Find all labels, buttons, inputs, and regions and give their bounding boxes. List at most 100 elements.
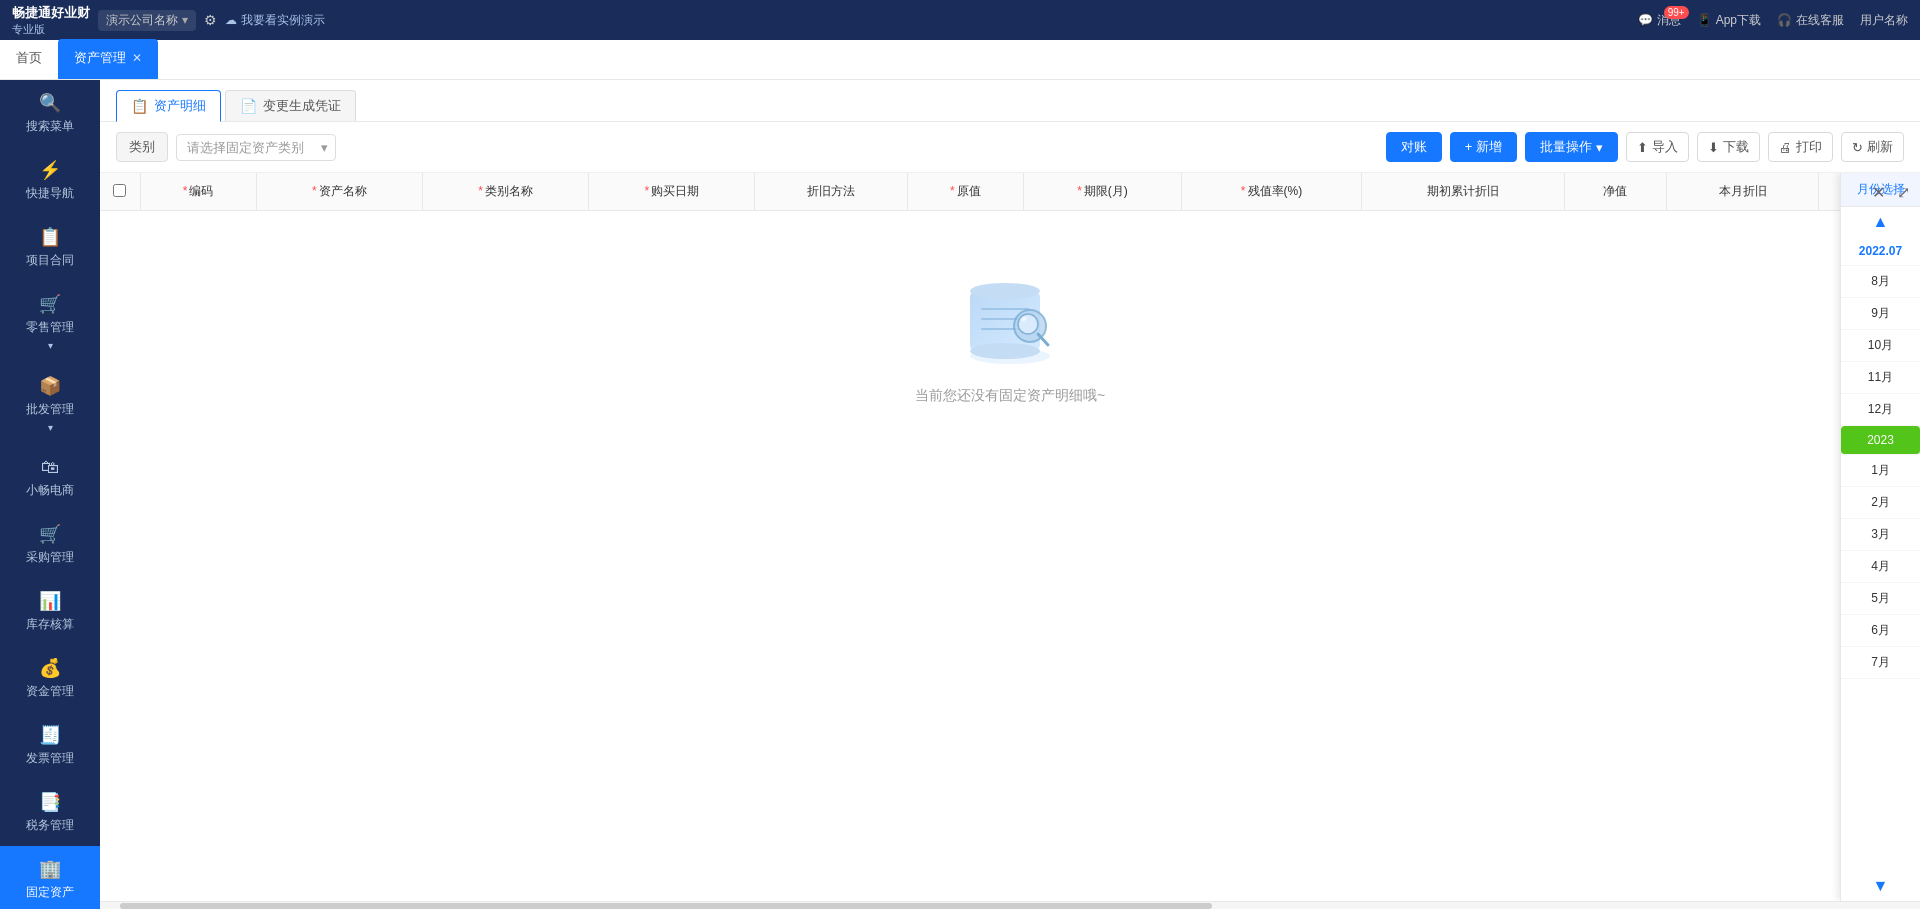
table-wrap: *编码 *资产名称 *类别名称 *购买日期 折旧方法 *原值 *期限(月) *残… <box>100 173 1920 901</box>
content-area: 📋 资产明细 📄 变更生成凭证 类别 请选择固定资产类别 ▾ <box>100 80 1920 909</box>
ecommerce-icon: 🛍 <box>41 457 59 478</box>
message-button[interactable]: 💬 消息 99+ <box>1638 12 1681 29</box>
sidebar-item-tax[interactable]: 📑 税务管理 <box>0 779 100 846</box>
sidebar-item-invoice[interactable]: 🧾 发票管理 <box>0 712 100 779</box>
tab-close-icon[interactable]: ✕ <box>132 51 142 65</box>
sub-tab-change-voucher[interactable]: 📄 变更生成凭证 <box>225 90 356 121</box>
sidebar-item-project[interactable]: 📋 项目合同 <box>0 214 100 281</box>
th-checkbox <box>100 173 140 211</box>
topbar-left: 畅捷通好业财 专业版 演示公司名称 ▾ ⚙ ☁ 我要看实例演示 <box>12 4 325 37</box>
brand-name: 畅捷通好业财 <box>12 4 90 22</box>
month-item-9[interactable]: 9月 <box>1841 298 1920 330</box>
tab-home[interactable]: 首页 <box>0 39 58 79</box>
demo-link[interactable]: ☁ 我要看实例演示 <box>225 12 325 29</box>
empty-illustration <box>950 271 1070 371</box>
message-icon: 💬 <box>1638 13 1653 27</box>
company-selector[interactable]: 演示公司名称 ▾ <box>98 10 196 31</box>
app-download-button[interactable]: 📱 App下载 <box>1697 12 1761 29</box>
asset-table: *编码 *资产名称 *类别名称 *购买日期 折旧方法 *原值 *期限(月) *残… <box>100 173 1920 445</box>
close-panel-button[interactable]: ✕ <box>1870 181 1887 204</box>
bottom-scrollbar[interactable] <box>100 901 1920 909</box>
refresh-button[interactable]: ↻ 刷新 <box>1841 132 1904 162</box>
nav-tabs: 首页 资产管理 ✕ <box>0 40 1920 80</box>
brand-sub: 专业版 <box>12 22 90 37</box>
topbar: 畅捷通好业财 专业版 演示公司名称 ▾ ⚙ ☁ 我要看实例演示 💬 消息 99+… <box>0 0 1920 40</box>
sidebar-item-ecommerce[interactable]: 🛍 小畅电商 <box>0 445 100 511</box>
select-all-checkbox[interactable] <box>113 184 126 197</box>
th-category-name: *类别名称 <box>422 173 588 211</box>
th-monthly-depreciation: 本月折旧 <box>1666 173 1818 211</box>
sidebar-item-wholesale[interactable]: 📦 批发管理 ▾ <box>0 363 100 445</box>
import-icon: ⬆ <box>1637 140 1648 155</box>
sidebar-item-search[interactable]: 🔍 搜索菜单 <box>0 80 100 147</box>
month-picker-nav-down: ▼ <box>1841 871 1920 901</box>
th-asset-name: *资产名称 <box>256 173 422 211</box>
reconcile-button[interactable]: 对账 <box>1386 132 1442 162</box>
category-filter: 类别 请选择固定资产类别 ▾ <box>116 132 336 162</box>
th-period: *期限(月) <box>1024 173 1182 211</box>
th-depreciation-method: 折旧方法 <box>755 173 907 211</box>
mobile-icon: 📱 <box>1697 13 1712 27</box>
finance-icon: 💰 <box>39 657 61 679</box>
category-select[interactable]: 请选择固定资产类别 <box>176 134 336 161</box>
retail-icon: 🛒 <box>39 293 61 315</box>
sidebar-item-fixed-assets[interactable]: 🏢 固定资产 <box>0 846 100 909</box>
month-item-7[interactable]: 7月 <box>1841 647 1920 679</box>
refresh-icon: ↻ <box>1852 140 1863 155</box>
th-purchase-date: *购买日期 <box>589 173 755 211</box>
month-item-11[interactable]: 11月 <box>1841 362 1920 394</box>
month-item-5[interactable]: 5月 <box>1841 583 1920 615</box>
month-picker-up-button[interactable]: ▲ <box>1867 211 1895 233</box>
th-net-value: 净值 <box>1564 173 1666 211</box>
brand-logo: 畅捷通好业财 专业版 <box>12 4 90 37</box>
month-item-2023[interactable]: 2023 <box>1841 426 1920 455</box>
tax-icon: 📑 <box>39 791 61 813</box>
sidebar-item-quick-nav[interactable]: ⚡ 快捷导航 <box>0 147 100 214</box>
page-content: 📋 资产明细 📄 变更生成凭证 类别 请选择固定资产类别 ▾ <box>100 80 1920 909</box>
batch-button[interactable]: 批量操作 ▾ <box>1525 132 1618 162</box>
sidebar-item-purchase[interactable]: 🛒 采购管理 <box>0 511 100 578</box>
tab-asset-management[interactable]: 资产管理 ✕ <box>58 39 158 79</box>
month-item-2[interactable]: 2月 <box>1841 487 1920 519</box>
toolbar-right: 对账 + 新增 批量操作 ▾ ⬆ 导入 ⬇ 下载 🖨 <box>1386 132 1904 162</box>
empty-state-cell: 当前您还没有固定资产明细哦~ <box>100 211 1920 446</box>
month-item-12[interactable]: 12月 <box>1841 394 1920 426</box>
th-original-value: *原值 <box>907 173 1023 211</box>
import-button[interactable]: ⬆ 导入 <box>1626 132 1689 162</box>
retail-chevron-icon: ▾ <box>48 340 53 351</box>
add-button[interactable]: + 新增 <box>1450 132 1517 162</box>
month-picker-panel: ✕ ⤢ 月份选择 ▲ 2022.07 8月 9月 10月 11月 12月 2 <box>1840 173 1920 901</box>
sidebar-item-inventory[interactable]: 📊 库存核算 <box>0 578 100 645</box>
quick-nav-icon: ⚡ <box>39 159 61 181</box>
expand-panel-button[interactable]: ⤢ <box>1895 181 1912 204</box>
search-icon: 🔍 <box>39 92 61 114</box>
right-panel-wrap: *编码 *资产名称 *类别名称 *购买日期 折旧方法 *原值 *期限(月) *残… <box>100 173 1920 901</box>
month-item-4[interactable]: 4月 <box>1841 551 1920 583</box>
svg-point-8 <box>1018 314 1038 334</box>
wholesale-chevron-icon: ▾ <box>48 422 53 433</box>
month-picker-list: 2022.07 8月 9月 10月 11月 12月 2023 1月 2月 3月 … <box>1841 237 1920 871</box>
sub-tab-asset-detail[interactable]: 📋 资产明细 <box>116 90 221 122</box>
sub-tabs: 📋 资产明细 📄 变更生成凭证 <box>100 80 1920 122</box>
sidebar-item-retail[interactable]: 🛒 零售管理 ▾ <box>0 281 100 363</box>
download-button[interactable]: ⬇ 下载 <box>1697 132 1760 162</box>
scrollbar-thumb[interactable] <box>120 903 1212 909</box>
settings-icon[interactable]: ⚙ <box>204 12 217 28</box>
online-service-button[interactable]: 🎧 在线客服 <box>1777 12 1844 29</box>
month-item-1[interactable]: 1月 <box>1841 455 1920 487</box>
month-item-year-label: 2022.07 <box>1841 237 1920 266</box>
sidebar-item-finance[interactable]: 💰 资金管理 <box>0 645 100 712</box>
month-item-10[interactable]: 10月 <box>1841 330 1920 362</box>
download-icon: ⬇ <box>1708 140 1719 155</box>
month-item-3[interactable]: 3月 <box>1841 519 1920 551</box>
user-menu[interactable]: 用户名称 <box>1860 12 1908 29</box>
svg-point-2 <box>970 283 1040 299</box>
svg-point-3 <box>970 343 1040 359</box>
month-item-8[interactable]: 8月 <box>1841 266 1920 298</box>
batch-chevron-icon: ▾ <box>1596 140 1603 155</box>
month-picker-down-button[interactable]: ▼ <box>1867 875 1895 897</box>
print-button[interactable]: 🖨 打印 <box>1768 132 1833 162</box>
list-icon: 📋 <box>131 98 148 114</box>
month-item-6[interactable]: 6月 <box>1841 615 1920 647</box>
doc-icon: 📄 <box>240 98 257 114</box>
